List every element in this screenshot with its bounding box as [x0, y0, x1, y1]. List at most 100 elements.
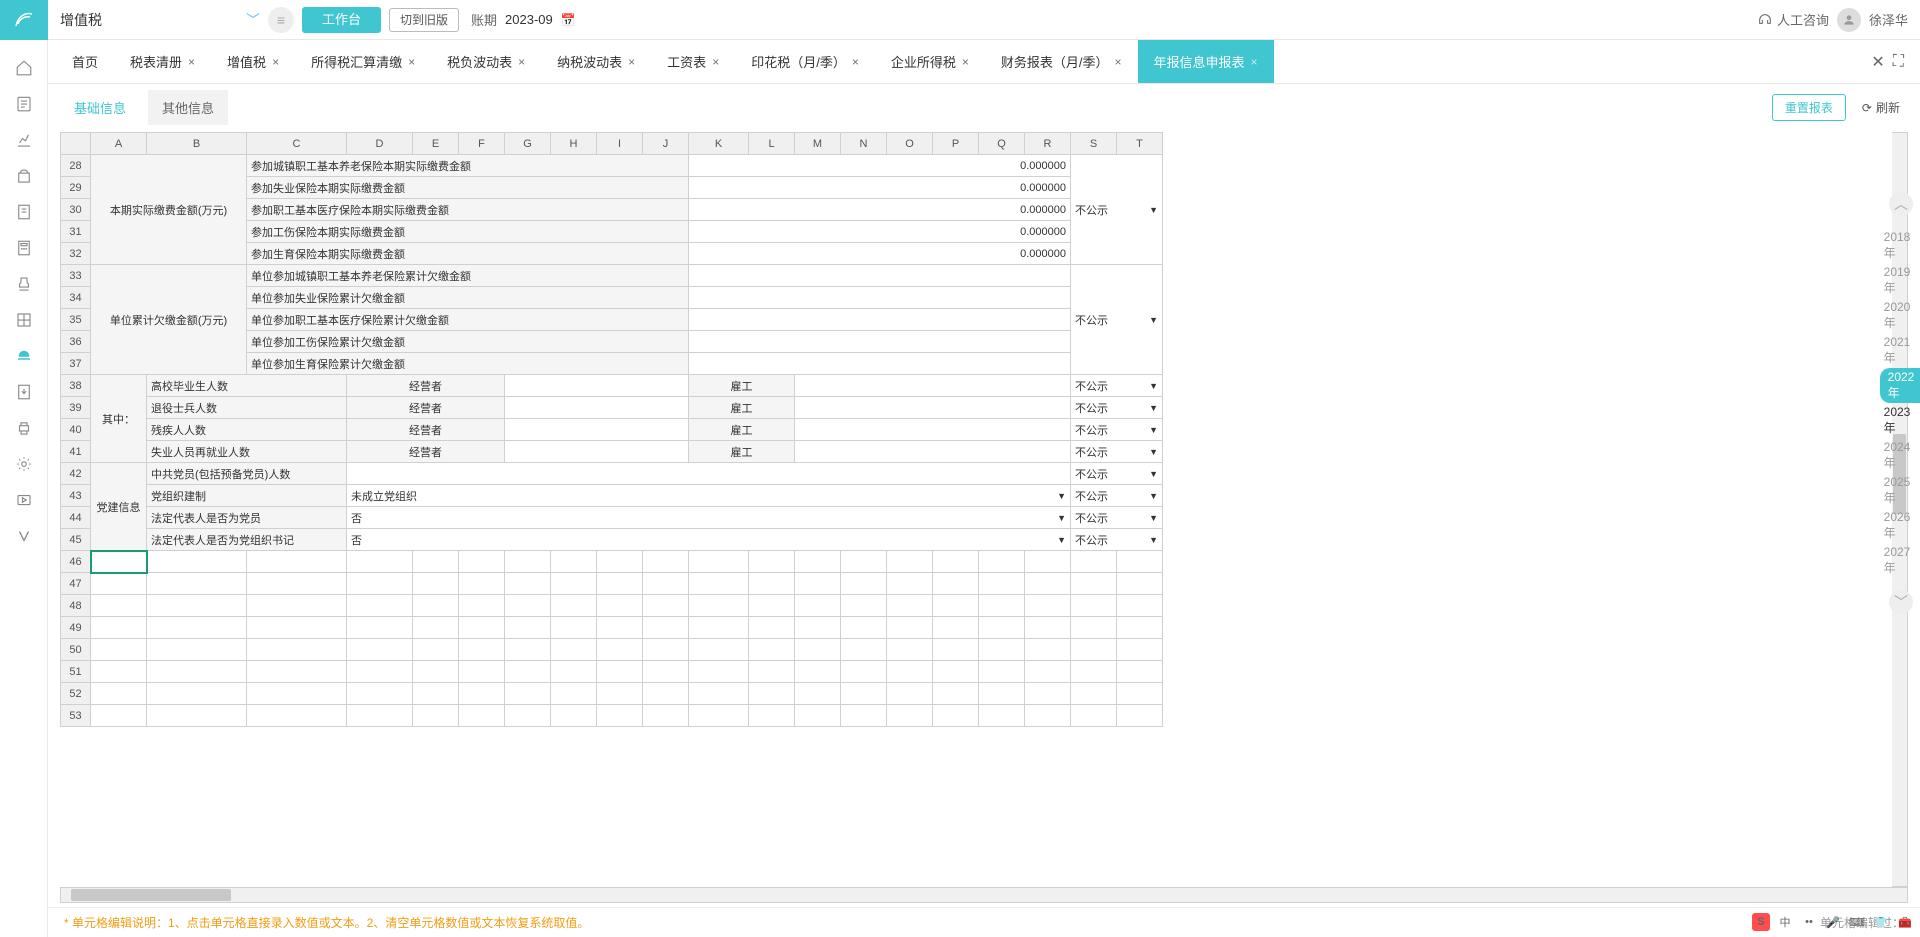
tab-增值税[interactable]: 增值税× [211, 40, 295, 83]
nav-stamp-icon[interactable] [0, 266, 48, 302]
tab-年报信息申报表[interactable]: 年报信息申报表× [1138, 40, 1274, 83]
refresh-button[interactable]: ⟳ 刷新 [1854, 95, 1908, 120]
year-2022年[interactable]: 2022年 [1880, 368, 1920, 403]
app-logo[interactable] [0, 0, 48, 40]
year-2024年[interactable]: 2024年 [1880, 438, 1920, 473]
col-header-J[interactable]: J [643, 133, 689, 155]
nav-calc-icon[interactable] [0, 230, 48, 266]
row-header-35[interactable]: 35 [61, 309, 91, 331]
calendar-icon[interactable]: 📅 [561, 13, 576, 27]
tab-close-icon[interactable]: × [518, 55, 525, 69]
nav-money-icon[interactable] [0, 158, 48, 194]
row-header-28[interactable]: 28 [61, 155, 91, 177]
col-header-T[interactable]: T [1117, 133, 1163, 155]
row-header-36[interactable]: 36 [61, 331, 91, 353]
col-header-A[interactable]: A [91, 133, 147, 155]
visibility-dropdown[interactable]: 不公示▼ [1071, 375, 1163, 397]
tab-close-icon[interactable]: × [628, 55, 635, 69]
row-header-40[interactable]: 40 [61, 419, 91, 441]
col-header-D[interactable]: D [347, 133, 413, 155]
visibility-dropdown[interactable]: 不公示▼ [1071, 441, 1163, 463]
list-toggle-icon[interactable]: ≡ [268, 7, 294, 33]
row-header-38[interactable]: 38 [61, 375, 91, 397]
tab-税负波动表[interactable]: 税负波动表× [431, 40, 541, 83]
tab-close-icon[interactable]: × [1251, 55, 1258, 69]
nav-doc-icon[interactable] [0, 194, 48, 230]
tab-close-icon[interactable]: × [962, 55, 969, 69]
col-header-M[interactable]: M [795, 133, 841, 155]
ime-kbd-icon[interactable]: ⌨ [1848, 913, 1866, 931]
row-header-32[interactable]: 32 [61, 243, 91, 265]
row-header-31[interactable]: 31 [61, 221, 91, 243]
spreadsheet-grid[interactable]: ABCDEFGHIJKLMNOPQRST 28本期实际缴费金额(万元)参加城镇职… [60, 132, 1163, 727]
col-header-Q[interactable]: Q [979, 133, 1025, 155]
row-header-46[interactable]: 46 [61, 551, 91, 573]
tab-财务报表（月/季）[interactable]: 财务报表（月/季）× [985, 40, 1138, 83]
nav-print-icon[interactable] [0, 410, 48, 446]
tab-税表清册[interactable]: 税表清册× [114, 40, 211, 83]
visibility-dropdown[interactable]: 不公示▼ [1071, 419, 1163, 441]
reset-report-button[interactable]: 重置报表 [1772, 94, 1846, 121]
subtab-basic[interactable]: 基础信息 [60, 90, 140, 125]
tab-close-icon[interactable]: × [408, 55, 415, 69]
nav-settings-icon[interactable] [0, 446, 48, 482]
col-header-O[interactable]: O [887, 133, 933, 155]
year-2020年[interactable]: 2020年 [1880, 298, 1920, 333]
row-header-48[interactable]: 48 [61, 595, 91, 617]
row-header-39[interactable]: 39 [61, 397, 91, 419]
tab-close-icon[interactable]: × [272, 55, 279, 69]
col-header-H[interactable]: H [551, 133, 597, 155]
tab-工资表[interactable]: 工资表× [651, 40, 735, 83]
year-2027年[interactable]: 2027年 [1880, 543, 1920, 578]
tab-close-icon[interactable]: × [712, 55, 719, 69]
support-link[interactable]: 人工咨询 [1757, 10, 1829, 29]
visibility-dropdown[interactable]: 不公示▼ [1071, 529, 1163, 551]
row-header-45[interactable]: 45 [61, 529, 91, 551]
row-header-37[interactable]: 37 [61, 353, 91, 375]
ime-punct-icon[interactable]: •• [1800, 913, 1818, 931]
year-2025年[interactable]: 2025年 [1880, 473, 1920, 508]
row-header-44[interactable]: 44 [61, 507, 91, 529]
tab-close-icon[interactable]: × [852, 55, 859, 69]
hscroll-thumb[interactable] [71, 889, 231, 901]
row-header-49[interactable]: 49 [61, 617, 91, 639]
year-2021年[interactable]: 2021年 [1880, 333, 1920, 368]
avatar[interactable] [1837, 8, 1861, 32]
row-header-52[interactable]: 52 [61, 683, 91, 705]
horizontal-scrollbar[interactable] [60, 887, 1908, 903]
col-header-P[interactable]: P [933, 133, 979, 155]
tab-首页[interactable]: 首页 [56, 40, 114, 83]
row-header-30[interactable]: 30 [61, 199, 91, 221]
col-header-F[interactable]: F [459, 133, 505, 155]
visibility-dropdown[interactable]: 不公示▼ [1071, 155, 1163, 265]
row-header-42[interactable]: 42 [61, 463, 91, 485]
row-header-29[interactable]: 29 [61, 177, 91, 199]
row-header-53[interactable]: 53 [61, 705, 91, 727]
corner-cell[interactable] [61, 133, 91, 155]
row-header-47[interactable]: 47 [61, 573, 91, 595]
col-header-K[interactable]: K [689, 133, 749, 155]
dropdown-cell[interactable]: 未成立党组织▼ [347, 485, 1071, 507]
visibility-dropdown[interactable]: 不公示▼ [1071, 507, 1163, 529]
visibility-dropdown[interactable]: 不公示▼ [1071, 265, 1163, 375]
tab-close-icon[interactable]: × [188, 55, 195, 69]
year-down-icon[interactable]: ﹀ [1889, 590, 1913, 614]
year-2026年[interactable]: 2026年 [1880, 508, 1920, 543]
visibility-dropdown[interactable]: 不公示▼ [1071, 397, 1163, 419]
workspace-button[interactable]: 工作台 [302, 7, 381, 33]
year-2018年[interactable]: 2018年 [1880, 228, 1920, 263]
ime-skin-icon[interactable]: 👕 [1872, 913, 1890, 931]
row-header-50[interactable]: 50 [61, 639, 91, 661]
tab-close-icon[interactable]: × [1115, 55, 1122, 69]
visibility-dropdown[interactable]: 不公示▼ [1071, 485, 1163, 507]
col-header-L[interactable]: L [749, 133, 795, 155]
col-header-I[interactable]: I [597, 133, 643, 155]
tab-企业所得税[interactable]: 企业所得税× [875, 40, 985, 83]
nav-chart-icon[interactable] [0, 122, 48, 158]
year-2023年[interactable]: 2023年 [1880, 403, 1920, 438]
nav-home-icon[interactable] [0, 50, 48, 86]
ime-lang-icon[interactable]: 中 [1776, 913, 1794, 931]
tab-所得税汇算清缴[interactable]: 所得税汇算清缴× [295, 40, 431, 83]
tab-印花税（月/季）[interactable]: 印花税（月/季）× [735, 40, 875, 83]
dropdown-cell[interactable]: 否▼ [347, 529, 1071, 551]
